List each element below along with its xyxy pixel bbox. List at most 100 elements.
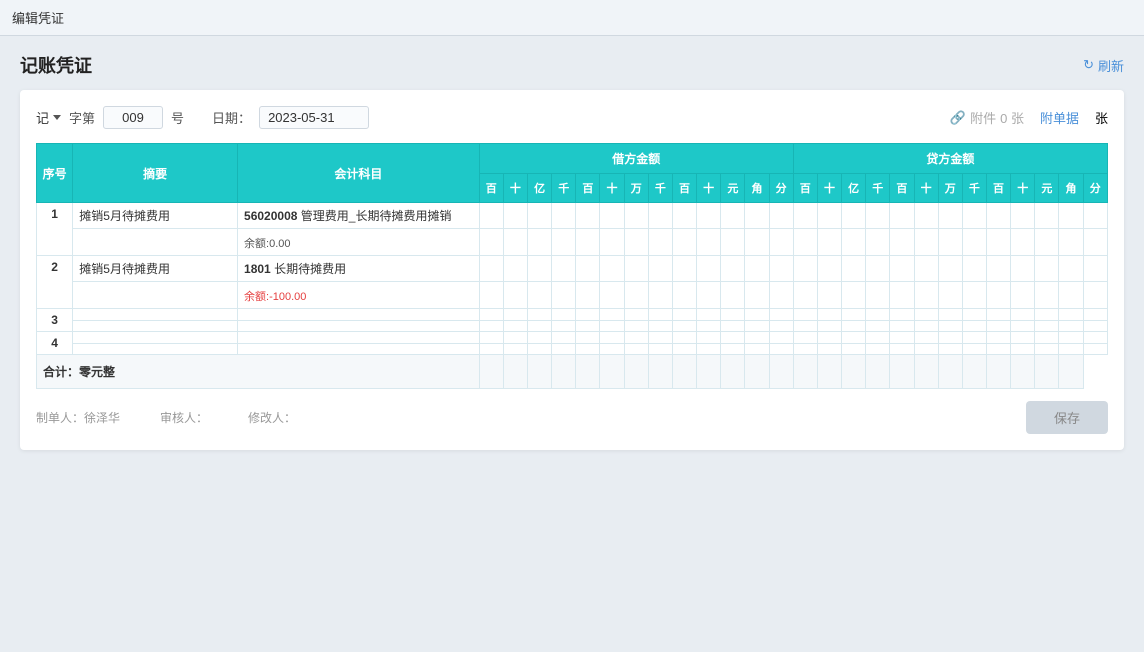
row-1-debit-8[interactable] — [672, 256, 696, 282]
row-3-debit-4[interactable] — [576, 332, 600, 344]
row-account-2[interactable] — [238, 309, 480, 321]
row-3-credit-11[interactable] — [1059, 332, 1083, 344]
row-2-credit-0[interactable] — [793, 309, 817, 321]
row-summary-0[interactable]: 摊销5月待摊费用 — [73, 203, 238, 229]
row-1-debit-10[interactable] — [721, 256, 745, 282]
attachment-doc-link[interactable]: 附单据 — [1040, 108, 1079, 127]
row-0-credit-3[interactable] — [866, 203, 890, 229]
row-1-credit-4[interactable] — [890, 256, 914, 282]
row-1-debit-12[interactable] — [769, 256, 793, 282]
row-3-credit-1[interactable] — [817, 332, 841, 344]
row-3-credit-9[interactable] — [1011, 332, 1035, 344]
row-0-debit-0[interactable] — [479, 203, 503, 229]
row-1-credit-8[interactable] — [986, 256, 1010, 282]
row-0-debit-5[interactable] — [600, 203, 624, 229]
row-1-credit-3[interactable] — [866, 256, 890, 282]
row-summary-1[interactable]: 摊销5月待摊费用 — [73, 256, 238, 282]
row-3-credit-8[interactable] — [986, 332, 1010, 344]
row-2-debit-12[interactable] — [769, 309, 793, 321]
voucher-type-dropdown[interactable]: 记 — [36, 108, 61, 127]
row-2-debit-6[interactable] — [624, 309, 648, 321]
row-1-credit-2[interactable] — [842, 256, 866, 282]
row-2-credit-8[interactable] — [986, 309, 1010, 321]
row-0-debit-8[interactable] — [672, 203, 696, 229]
row-0-debit-11[interactable] — [745, 203, 769, 229]
row-0-credit-12[interactable] — [1083, 203, 1107, 229]
row-1-credit-7[interactable] — [962, 256, 986, 282]
row-2-debit-0[interactable] — [479, 309, 503, 321]
row-0-credit-6[interactable] — [938, 203, 962, 229]
row-1-credit-0[interactable] — [793, 256, 817, 282]
row-2-credit-1[interactable] — [817, 309, 841, 321]
row-1-credit-11[interactable] — [1059, 256, 1083, 282]
row-2-credit-12[interactable] — [1083, 309, 1107, 321]
row-account-0[interactable]: 56020008 管理费用_长期待摊费用摊销 — [238, 203, 480, 229]
row-3-debit-1[interactable] — [503, 332, 527, 344]
row-3-credit-12[interactable] — [1083, 332, 1107, 344]
row-1-credit-9[interactable] — [1011, 256, 1035, 282]
row-0-debit-3[interactable] — [552, 203, 576, 229]
row-1-debit-11[interactable] — [745, 256, 769, 282]
row-2-credit-5[interactable] — [914, 309, 938, 321]
row-1-debit-5[interactable] — [600, 256, 624, 282]
row-2-debit-11[interactable] — [745, 309, 769, 321]
refresh-button[interactable]: ↻ 刷新 — [1083, 56, 1124, 75]
row-3-credit-10[interactable] — [1035, 332, 1059, 344]
row-2-debit-9[interactable] — [697, 309, 721, 321]
row-1-debit-9[interactable] — [697, 256, 721, 282]
row-0-credit-8[interactable] — [986, 203, 1010, 229]
row-0-debit-2[interactable] — [528, 203, 552, 229]
row-3-debit-7[interactable] — [648, 332, 672, 344]
row-account-3[interactable] — [238, 332, 480, 344]
voucher-number-input[interactable] — [103, 106, 163, 129]
row-3-debit-12[interactable] — [769, 332, 793, 344]
row-1-credit-12[interactable] — [1083, 256, 1107, 282]
row-1-debit-1[interactable] — [503, 256, 527, 282]
row-3-debit-3[interactable] — [552, 332, 576, 344]
row-1-debit-0[interactable] — [479, 256, 503, 282]
row-1-credit-5[interactable] — [914, 256, 938, 282]
row-3-credit-0[interactable] — [793, 332, 817, 344]
row-0-credit-0[interactable] — [793, 203, 817, 229]
row-3-debit-10[interactable] — [721, 332, 745, 344]
row-2-credit-7[interactable] — [962, 309, 986, 321]
row-2-debit-3[interactable] — [552, 309, 576, 321]
row-2-credit-3[interactable] — [866, 309, 890, 321]
row-1-debit-2[interactable] — [528, 256, 552, 282]
row-3-credit-5[interactable] — [914, 332, 938, 344]
row-3-debit-0[interactable] — [479, 332, 503, 344]
row-0-credit-2[interactable] — [842, 203, 866, 229]
row-2-credit-10[interactable] — [1035, 309, 1059, 321]
row-0-credit-10[interactable] — [1035, 203, 1059, 229]
row-0-credit-1[interactable] — [817, 203, 841, 229]
row-2-credit-2[interactable] — [842, 309, 866, 321]
row-3-debit-5[interactable] — [600, 332, 624, 344]
row-0-debit-10[interactable] — [721, 203, 745, 229]
row-0-debit-6[interactable] — [624, 203, 648, 229]
row-2-debit-8[interactable] — [672, 309, 696, 321]
row-3-debit-11[interactable] — [745, 332, 769, 344]
row-1-credit-6[interactable] — [938, 256, 962, 282]
row-2-debit-5[interactable] — [600, 309, 624, 321]
row-1-credit-10[interactable] — [1035, 256, 1059, 282]
row-2-debit-4[interactable] — [576, 309, 600, 321]
date-input[interactable] — [259, 106, 369, 129]
row-1-debit-4[interactable] — [576, 256, 600, 282]
row-0-debit-7[interactable] — [648, 203, 672, 229]
row-2-credit-6[interactable] — [938, 309, 962, 321]
row-3-credit-7[interactable] — [962, 332, 986, 344]
row-0-credit-5[interactable] — [914, 203, 938, 229]
row-summary-2[interactable] — [73, 309, 238, 321]
row-3-credit-2[interactable] — [842, 332, 866, 344]
row-2-debit-2[interactable] — [528, 309, 552, 321]
save-button[interactable]: 保存 — [1026, 401, 1108, 434]
row-summary-3[interactable] — [73, 332, 238, 344]
row-2-debit-10[interactable] — [721, 309, 745, 321]
row-2-credit-11[interactable] — [1059, 309, 1083, 321]
row-0-credit-7[interactable] — [962, 203, 986, 229]
row-1-debit-7[interactable] — [648, 256, 672, 282]
row-0-credit-4[interactable] — [890, 203, 914, 229]
row-3-debit-2[interactable] — [528, 332, 552, 344]
row-0-debit-4[interactable] — [576, 203, 600, 229]
row-3-credit-4[interactable] — [890, 332, 914, 344]
